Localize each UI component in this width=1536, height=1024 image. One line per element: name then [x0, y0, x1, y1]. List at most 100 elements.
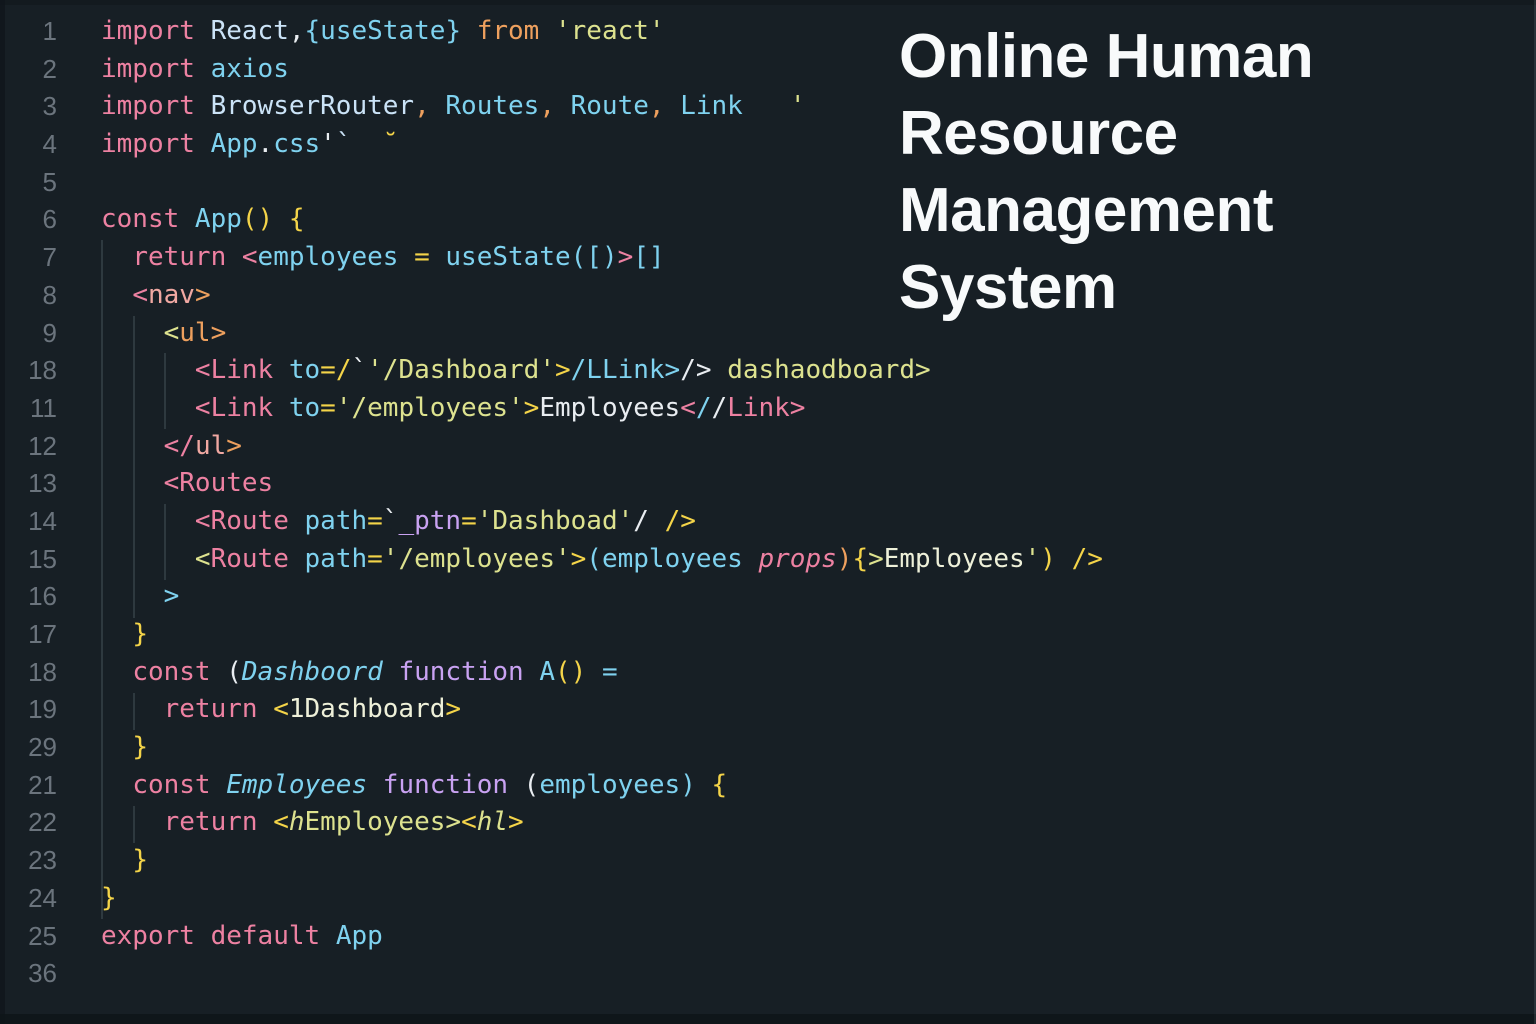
code-token: = [601, 656, 618, 687]
code-token: < [163, 317, 180, 348]
code-token: / [695, 392, 712, 423]
line-number: 19 [28, 694, 57, 725]
code-token: <Link [194, 355, 274, 386]
code-token: import [101, 16, 211, 46]
code-token: from [476, 16, 540, 46]
line-number: 8 [42, 279, 57, 310]
code-token: ' [320, 129, 336, 160]
code-line: 36 [0, 955, 1103, 993]
code-token: to [288, 392, 321, 423]
code-text: import App.css'` ˘ [101, 126, 398, 164]
code-token: , [414, 91, 430, 122]
code-text: const (Dashboord function A() = [101, 654, 618, 692]
code-token: '/employees' [335, 392, 524, 423]
code-token: = [414, 242, 430, 273]
code-token: < [273, 694, 289, 725]
code-text: <Route path='/employees'>(employees prop… [101, 541, 1103, 579]
code-text: } [101, 842, 148, 880]
title-line: Online Human [899, 22, 1314, 91]
code-text: import React,{useState} from 'react' [101, 13, 665, 51]
code-line: 18 <Link to=/`'/Dashboard'>/LLink>/> das… [0, 352, 1103, 390]
code-token: , [288, 16, 305, 46]
code-token: < [461, 807, 477, 838]
code-token: } [132, 845, 148, 876]
code-token: = [320, 392, 336, 423]
line-number: 11 [30, 392, 57, 423]
code-token: > [523, 392, 540, 423]
code-token: return [163, 807, 274, 838]
code-line: 16 > [0, 578, 1103, 616]
code-token: , [539, 91, 555, 122]
code-token: Link [680, 91, 743, 122]
code-line: 18 const (Dashboord function A() = [0, 654, 1103, 692]
code-token: A [539, 656, 555, 687]
code-token: BrowserRouter [210, 91, 415, 122]
code-text: return <employees = useState([)>[] [101, 239, 664, 277]
line-number: 18 [28, 656, 57, 687]
code-token: const [101, 204, 195, 235]
code-token: h [288, 807, 305, 838]
code-token: =/ [320, 355, 352, 386]
code-text: <Link to='/employees'>Employees<//Link> [101, 390, 806, 428]
code-token: () [241, 204, 274, 235]
code-token: /> [680, 355, 712, 386]
code-token: path [304, 505, 368, 536]
code-token: 'Dashboad' [476, 505, 634, 536]
code-line: 23 } [0, 842, 1103, 880]
code-token: > [617, 242, 634, 273]
code-token: {useState} [304, 16, 462, 46]
code-token: / [711, 392, 728, 423]
code-token: const [132, 656, 227, 687]
line-number: 5 [42, 166, 57, 197]
code-token: ) [1040, 543, 1056, 574]
code-token: to [288, 355, 321, 386]
code-token: . [257, 129, 274, 160]
code-text: <ul> [101, 315, 227, 353]
code-text: } [101, 616, 148, 654]
code-text: <Routes [101, 465, 274, 503]
code-token: < [241, 242, 258, 273]
code-token: dashaodboard> [727, 355, 931, 386]
title-line: System [899, 253, 1117, 322]
code-token: 'react' [555, 16, 665, 46]
code-text: } [101, 729, 148, 767]
code-line: 25 export default App [0, 918, 1103, 956]
code-token: _ptn [398, 505, 462, 536]
code-token: return [132, 242, 242, 273]
code-token: function [382, 769, 509, 800]
code-token: 1Dashboard [288, 694, 446, 725]
code-line: 12 </ul> [0, 428, 1103, 466]
code-token: const [132, 769, 227, 800]
code-text: > [101, 578, 180, 616]
line-number: 3 [42, 91, 57, 122]
line-number: 16 [28, 581, 57, 612]
code-line: 14 <Route path=`_ptn='Dashboad'/ /> [0, 503, 1103, 541]
code-token: Employees [539, 392, 681, 423]
code-token: > [554, 355, 571, 386]
code-token: import [101, 129, 211, 160]
code-line: 22 return <hEmployees><hl> [0, 804, 1103, 842]
page-title: Online Human Resource Management System [899, 18, 1314, 326]
code-text: return <hEmployees><hl> [101, 804, 524, 842]
code-line: 19 return <1Dashboard> [0, 691, 1103, 729]
code-token: export [101, 920, 195, 951]
code-token: ( [226, 656, 242, 687]
code-token: import [101, 91, 211, 122]
